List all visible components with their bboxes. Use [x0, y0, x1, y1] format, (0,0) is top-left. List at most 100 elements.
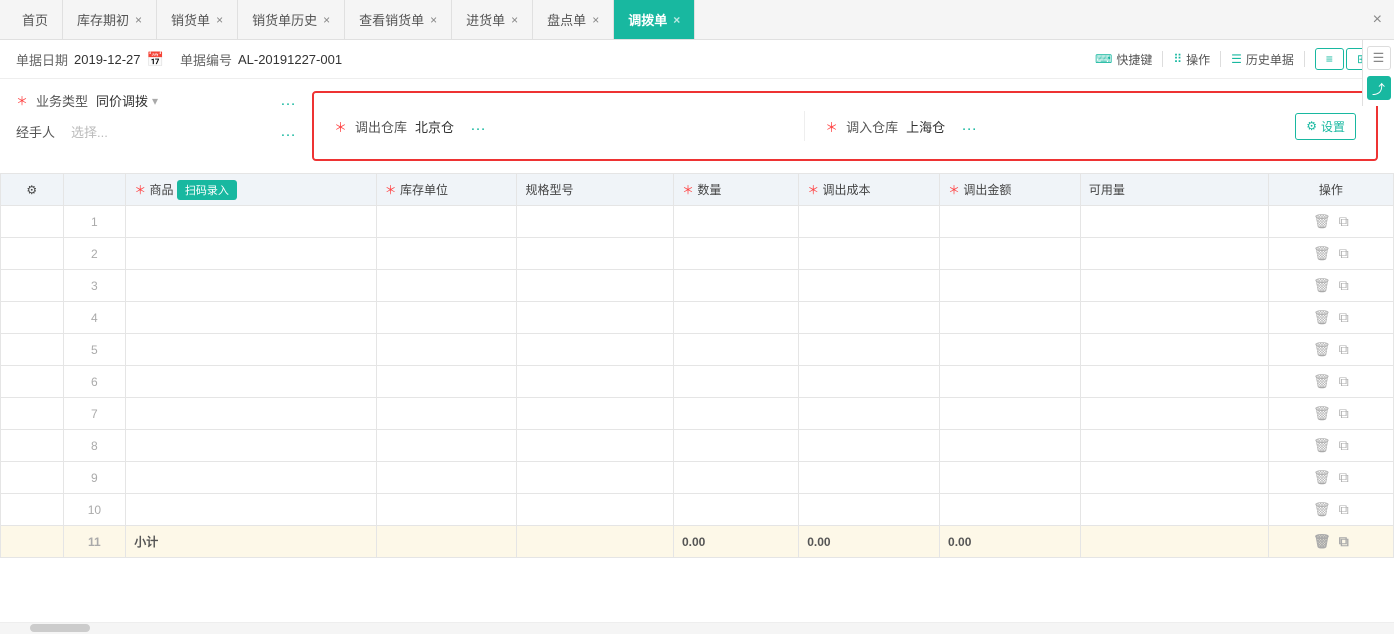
row-spec-cell[interactable] — [517, 494, 674, 526]
tab-purchase-order[interactable]: 进货单 × — [452, 0, 533, 39]
row-qty-cell[interactable] — [673, 206, 798, 238]
row-qty-cell[interactable] — [673, 430, 798, 462]
row-product-cell[interactable] — [126, 398, 376, 430]
row-unit-cell[interactable] — [376, 206, 517, 238]
tab-home[interactable]: 首页 — [8, 0, 63, 39]
window-close-button[interactable]: × — [1373, 11, 1382, 29]
form-settings-button[interactable]: ⚙ 设置 — [1295, 113, 1356, 140]
layout-list-button[interactable]: ≡ — [1315, 48, 1344, 70]
copy-icon[interactable]: ⧉ — [1339, 373, 1349, 390]
copy-icon[interactable]: ⧉ — [1339, 501, 1349, 518]
copy-icon[interactable]: ⧉ — [1339, 469, 1349, 486]
row-amount-cell[interactable] — [940, 270, 1081, 302]
tab-inventory-check-close[interactable]: × — [592, 13, 599, 27]
handler-placeholder[interactable]: 选择... — [71, 122, 108, 141]
delete-icon[interactable]: 🗑 — [1313, 309, 1331, 326]
row-spec-cell[interactable] — [517, 302, 674, 334]
row-product-cell[interactable] — [126, 366, 376, 398]
row-unit-cell[interactable] — [376, 494, 517, 526]
row-product-cell[interactable] — [126, 238, 376, 270]
delete-icon[interactable]: 🗑 — [1313, 213, 1331, 230]
row-amount-cell[interactable] — [940, 302, 1081, 334]
side-list-button[interactable]: ☰ — [1367, 46, 1391, 70]
row-amount-cell[interactable] — [940, 398, 1081, 430]
row-amount-cell[interactable] — [940, 238, 1081, 270]
tab-inventory-init[interactable]: 库存期初 × — [63, 0, 157, 39]
tab-transfer-order[interactable]: 调拨单 × — [614, 0, 695, 39]
row-unit-cell[interactable] — [376, 334, 517, 366]
history-button[interactable]: ☰ 历史单据 — [1231, 51, 1294, 68]
row-spec-cell[interactable] — [517, 398, 674, 430]
row-qty-cell[interactable] — [673, 366, 798, 398]
row-spec-cell[interactable] — [517, 238, 674, 270]
tab-sales-history-close[interactable]: × — [323, 13, 330, 27]
row-unit-cell[interactable] — [376, 366, 517, 398]
delete-icon[interactable]: 🗑 — [1313, 277, 1331, 294]
copy-icon[interactable]: ⧉ — [1339, 405, 1349, 422]
row-unit-cell[interactable] — [376, 302, 517, 334]
row-cost-cell[interactable] — [799, 334, 940, 366]
copy-icon[interactable]: ⧉ — [1339, 341, 1349, 358]
row-spec-cell[interactable] — [517, 334, 674, 366]
row-cost-cell[interactable] — [799, 206, 940, 238]
row-spec-cell[interactable] — [517, 462, 674, 494]
row-amount-cell[interactable] — [940, 494, 1081, 526]
col-settings[interactable]: ⚙ — [1, 174, 64, 206]
tab-inventory-init-close[interactable]: × — [135, 13, 142, 27]
row-qty-cell[interactable] — [673, 334, 798, 366]
settings-icon[interactable]: ⚙ — [26, 183, 37, 197]
copy-icon[interactable]: ⧉ — [1339, 533, 1349, 550]
tab-transfer-order-close[interactable]: × — [673, 13, 680, 27]
row-cost-cell[interactable] — [799, 238, 940, 270]
business-type-more-icon[interactable]: … — [280, 92, 296, 110]
row-cost-cell[interactable] — [799, 462, 940, 494]
row-unit-cell[interactable] — [376, 238, 517, 270]
side-export-button[interactable]: ⤴ — [1367, 76, 1391, 100]
row-product-cell[interactable] — [126, 494, 376, 526]
row-amount-cell[interactable] — [940, 334, 1081, 366]
row-cost-cell[interactable] — [799, 366, 940, 398]
row-qty-cell[interactable] — [673, 494, 798, 526]
tab-sales-order-close[interactable]: × — [216, 13, 223, 27]
tab-purchase-order-close[interactable]: × — [511, 13, 518, 27]
tab-sales-order[interactable]: 销货单 × — [157, 0, 238, 39]
row-amount-cell[interactable] — [940, 462, 1081, 494]
row-product-cell[interactable] — [126, 302, 376, 334]
horizontal-scrollbar[interactable] — [0, 622, 1394, 634]
business-type-select[interactable]: 同价调拨 ▾ — [96, 91, 256, 110]
row-spec-cell[interactable] — [517, 366, 674, 398]
row-cost-cell[interactable] — [799, 398, 940, 430]
row-cost-cell[interactable] — [799, 430, 940, 462]
delete-icon[interactable]: 🗑 — [1313, 437, 1331, 454]
tab-sales-history[interactable]: 销货单历史 × — [238, 0, 345, 39]
delete-icon[interactable]: 🗑 — [1313, 533, 1331, 550]
transfer-out-more-icon[interactable]: … — [470, 117, 486, 135]
delete-icon[interactable]: 🗑 — [1313, 501, 1331, 518]
row-amount-cell[interactable] — [940, 366, 1081, 398]
row-unit-cell[interactable] — [376, 270, 517, 302]
tab-view-sales-close[interactable]: × — [430, 13, 437, 27]
row-product-cell[interactable] — [126, 270, 376, 302]
tab-inventory-check[interactable]: 盘点单 × — [533, 0, 614, 39]
row-cost-cell[interactable] — [799, 302, 940, 334]
copy-icon[interactable]: ⧉ — [1339, 277, 1349, 294]
copy-icon[interactable]: ⧉ — [1339, 437, 1349, 454]
delete-icon[interactable]: 🗑 — [1313, 405, 1331, 422]
delete-icon[interactable]: 🗑 — [1313, 469, 1331, 486]
copy-icon[interactable]: ⧉ — [1339, 309, 1349, 326]
row-cost-cell[interactable] — [799, 494, 940, 526]
delete-icon[interactable]: 🗑 — [1313, 373, 1331, 390]
row-cost-cell[interactable] — [799, 270, 940, 302]
row-spec-cell[interactable] — [517, 270, 674, 302]
row-unit-cell[interactable] — [376, 462, 517, 494]
handler-more-icon[interactable]: … — [280, 123, 296, 141]
row-qty-cell[interactable] — [673, 238, 798, 270]
row-unit-cell[interactable] — [376, 430, 517, 462]
row-product-cell[interactable] — [126, 206, 376, 238]
row-product-cell[interactable] — [126, 334, 376, 366]
row-unit-cell[interactable] — [376, 398, 517, 430]
row-qty-cell[interactable] — [673, 462, 798, 494]
calendar-icon[interactable]: 📅 — [147, 51, 164, 68]
delete-icon[interactable]: 🗑 — [1313, 245, 1331, 262]
row-qty-cell[interactable] — [673, 270, 798, 302]
